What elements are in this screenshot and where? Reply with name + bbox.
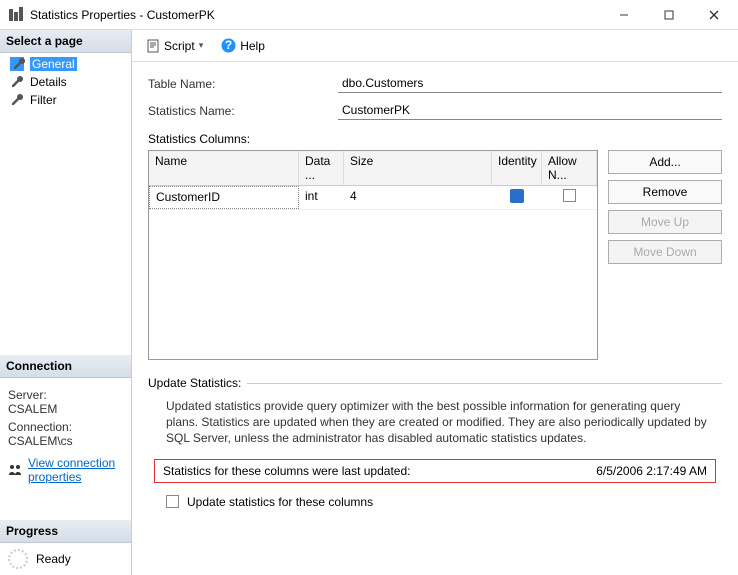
close-button[interactable] <box>691 1 736 29</box>
maximize-button[interactable] <box>646 1 691 29</box>
statistics-name-input[interactable] <box>338 101 722 120</box>
page-item-details[interactable]: Details <box>0 73 131 91</box>
page-label: Filter <box>30 93 57 107</box>
server-value: CSALEM <box>8 402 123 416</box>
col-header-name[interactable]: Name <box>149 151 299 185</box>
script-button[interactable]: Script <box>140 36 209 56</box>
cell-allow <box>542 186 597 209</box>
table-name-input[interactable] <box>338 74 722 93</box>
checkbox-checked-icon <box>510 189 524 203</box>
help-button[interactable]: ? Help <box>215 35 271 56</box>
titlebar: Statistics Properties - CustomerPK <box>0 0 738 30</box>
view-connection-row: View connection properties <box>8 456 123 484</box>
progress-header: Progress <box>0 520 131 543</box>
update-checkbox-label: Update statistics for these columns <box>187 495 373 509</box>
server-label: Server: <box>8 388 123 402</box>
left-panel: Select a page General Details Filter Con… <box>0 30 132 575</box>
page-list: General Details Filter <box>0 53 131 111</box>
last-updated-box: Statistics for these columns were last u… <box>154 459 716 483</box>
script-icon <box>146 39 160 53</box>
last-updated-value: 6/5/2006 2:17:49 AM <box>596 464 707 478</box>
help-icon: ? <box>221 38 236 53</box>
wrench-icon <box>10 57 24 71</box>
columns-grid[interactable]: Name Data ... Size Identity Allow N... C… <box>148 150 598 360</box>
table-row[interactable]: CustomerID int 4 <box>149 186 597 210</box>
content-area: Table Name: Statistics Name: Statistics … <box>132 62 738 575</box>
wrench-icon <box>10 93 24 107</box>
minimize-button[interactable] <box>601 1 646 29</box>
update-checkbox-row[interactable]: Update statistics for these columns <box>166 495 722 509</box>
col-header-identity[interactable]: Identity <box>492 151 542 185</box>
move-down-button[interactable]: Move Down <box>608 240 722 264</box>
progress-spinner-icon <box>8 549 28 569</box>
update-checkbox[interactable] <box>166 495 179 508</box>
cell-identity <box>492 186 542 209</box>
last-updated-label: Statistics for these columns were last u… <box>163 464 410 478</box>
cell-data: int <box>299 186 344 209</box>
statistics-name-label: Statistics Name: <box>148 104 338 118</box>
progress-body: Ready <box>0 543 131 575</box>
cell-name: CustomerID <box>149 186 299 209</box>
page-label: General <box>30 57 77 71</box>
update-statistics-description: Updated statistics provide query optimiz… <box>166 398 712 447</box>
connection-label: Connection: <box>8 420 123 434</box>
wrench-icon <box>10 75 24 89</box>
col-header-size[interactable]: Size <box>344 151 492 185</box>
button-column: Add... Remove Move Up Move Down <box>608 150 722 360</box>
col-header-data[interactable]: Data ... <box>299 151 344 185</box>
script-label: Script <box>164 39 195 53</box>
progress-status: Ready <box>36 552 71 566</box>
grid-header: Name Data ... Size Identity Allow N... <box>149 151 597 186</box>
connection-header: Connection <box>0 355 131 378</box>
toolbar: Script ? Help <box>132 30 738 62</box>
page-label: Details <box>30 75 67 89</box>
remove-button[interactable]: Remove <box>608 180 722 204</box>
checkbox-unchecked-icon <box>563 189 576 202</box>
right-panel: Script ? Help Table Name: Statistics Nam… <box>132 30 738 575</box>
page-item-general[interactable]: General <box>0 55 131 73</box>
people-icon <box>8 463 22 477</box>
view-connection-link[interactable]: View connection properties <box>28 456 123 484</box>
help-label: Help <box>240 39 265 53</box>
move-up-button[interactable]: Move Up <box>608 210 722 234</box>
table-name-label: Table Name: <box>148 77 338 91</box>
col-header-allow[interactable]: Allow N... <box>542 151 597 185</box>
page-item-filter[interactable]: Filter <box>0 91 131 109</box>
app-icon <box>8 7 24 23</box>
statistics-columns-label: Statistics Columns: <box>148 132 722 146</box>
connection-body: Server: CSALEM Connection: CSALEM\cs Vie… <box>0 378 131 490</box>
cell-size: 4 <box>344 186 492 209</box>
add-button[interactable]: Add... <box>608 150 722 174</box>
svg-text:?: ? <box>225 38 232 52</box>
connection-value: CSALEM\cs <box>8 434 123 448</box>
update-statistics-header: Update Statistics: <box>148 376 241 390</box>
window-title: Statistics Properties - CustomerPK <box>30 8 601 22</box>
select-page-header: Select a page <box>0 30 131 53</box>
update-statistics-section: Update Statistics: Updated statistics pr… <box>148 376 722 509</box>
